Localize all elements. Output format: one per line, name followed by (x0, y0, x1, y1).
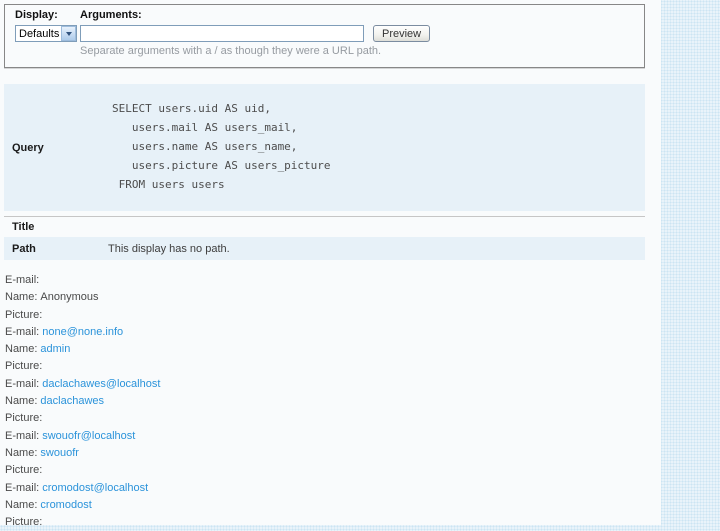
field-label: E-mail: (5, 377, 40, 390)
field-row: Name: Anonymous (5, 289, 661, 306)
field-value: daclachawes@localhost (42, 378, 160, 390)
field-row: E-mail: daclachawes@localhost (5, 376, 661, 393)
field-row: Picture: (5, 358, 661, 375)
field-label: Name: (5, 291, 38, 304)
field-label: Picture: (5, 464, 43, 477)
field-value: none@none.info (42, 326, 123, 338)
user-link[interactable]: cromodost (40, 499, 91, 511)
query-label: Query (12, 141, 44, 154)
field-label: Name: (5, 446, 38, 459)
query-sql: SELECT users.uid AS uid, users.mail AS u… (112, 102, 331, 191)
field-label: E-mail: (5, 274, 40, 286)
field-label: E-mail: (5, 481, 40, 494)
path-row: Path This display has no path. (4, 237, 645, 260)
field-row: Name: admin (5, 341, 661, 358)
field-value: admin (40, 343, 70, 355)
user-link[interactable]: daclachawes@localhost (42, 378, 160, 390)
path-value: This display has no path. (108, 242, 230, 255)
query-row: Query SELECT users.uid AS uid, users.mai… (4, 84, 645, 211)
field-row: Picture: (5, 514, 661, 531)
view-info-table: Query SELECT users.uid AS uid, users.mai… (4, 84, 645, 260)
field-row: Name: daclachawes (5, 393, 661, 410)
arguments-input[interactable] (80, 25, 364, 42)
field-row: E-mail: swouofr@localhost (5, 428, 661, 445)
field-label: Picture: (5, 360, 43, 373)
field-row: E-mail: (5, 272, 661, 289)
display-column: Display: Defaults (15, 9, 79, 42)
field-row: Name: cromodost (5, 497, 661, 514)
field-value: daclachawes (40, 395, 104, 407)
preview-controls-fieldset: Display: Defaults Arguments: Preview Sep… (4, 4, 645, 68)
user-link[interactable]: none@none.info (42, 326, 123, 338)
field-value: cromodost (40, 499, 91, 511)
user-link[interactable]: swouofr@localhost (42, 430, 135, 442)
field-row: Picture: (5, 410, 661, 427)
main-content: Display: Defaults Arguments: Preview Sep… (0, 0, 661, 528)
field-label: Picture: (5, 412, 43, 425)
field-row: E-mail: none@none.info (5, 324, 661, 341)
title-row: Title (4, 216, 645, 237)
field-label: Name: (5, 395, 38, 408)
field-value: swouofr (40, 447, 79, 459)
field-label: Name: (5, 498, 38, 511)
user-link[interactable]: swouofr (40, 447, 79, 459)
title-label: Title (12, 221, 35, 233)
field-label: Name: (5, 343, 38, 356)
user-link[interactable]: cromodost@localhost (42, 482, 148, 494)
display-select[interactable]: Defaults (15, 25, 77, 42)
field-row: Picture: (5, 462, 661, 479)
chevron-down-icon[interactable] (61, 26, 76, 41)
user-link[interactable]: admin (40, 343, 70, 355)
display-label: Display: (15, 9, 58, 21)
field-row: Name: swouofr (5, 445, 661, 462)
arguments-label: Arguments: (80, 9, 142, 21)
field-label: Picture: (5, 516, 43, 529)
field-row: Picture: (5, 307, 661, 324)
field-value: cromodost@localhost (42, 482, 148, 494)
field-value: Anonymous (40, 291, 99, 304)
field-row: E-mail: cromodost@localhost (5, 480, 661, 497)
field-value: swouofr@localhost (42, 430, 135, 442)
field-label: E-mail: (5, 429, 40, 442)
arguments-description: Separate arguments with a / as though th… (80, 45, 382, 57)
preview-button[interactable]: Preview (373, 25, 431, 42)
path-label: Path (12, 242, 36, 255)
field-label: E-mail: (5, 325, 40, 338)
user-link[interactable]: daclachawes (40, 395, 104, 407)
field-label: Picture: (5, 308, 43, 321)
display-select-value: Defaults (19, 27, 60, 40)
arguments-column: Arguments: Preview Separate arguments wi… (80, 9, 639, 57)
results-list: E-mail: Name: Anonymous Picture: E-mail: n… (5, 272, 661, 531)
